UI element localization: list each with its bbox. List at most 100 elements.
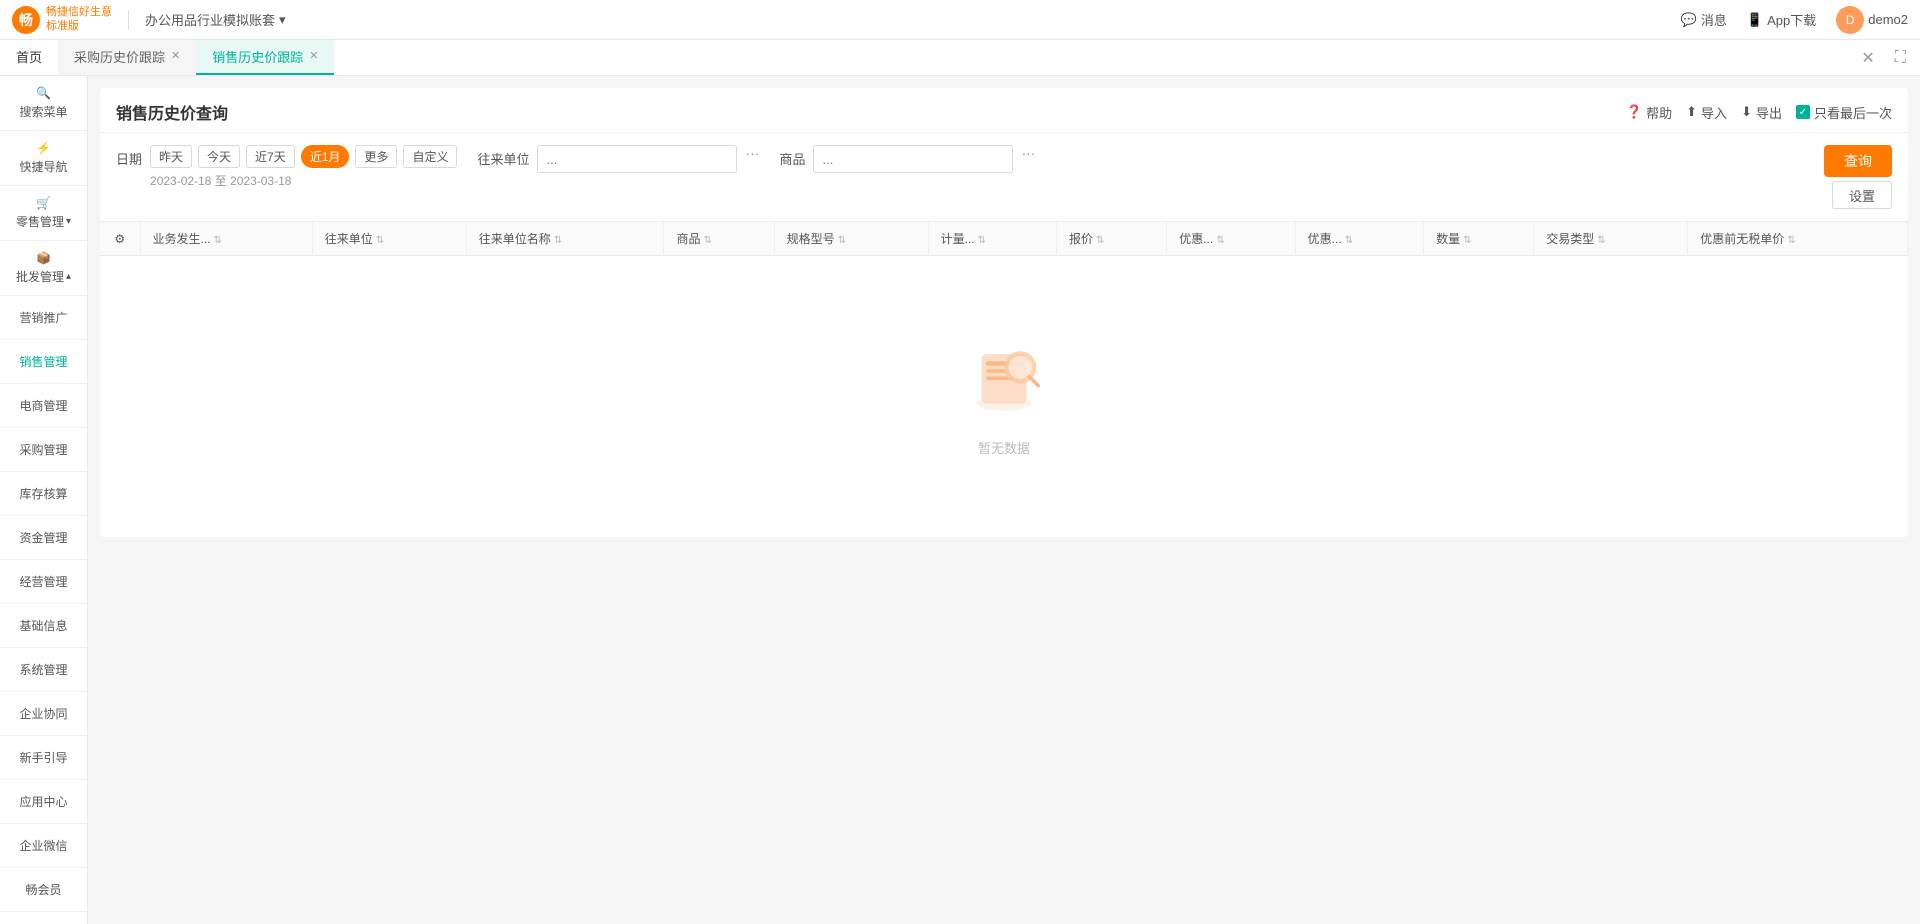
sidebar-item-basic-info[interactable]: 基础信息: [0, 604, 87, 648]
show-last-checkbox-group[interactable]: ✓ 只看最后一次: [1796, 103, 1892, 122]
query-button[interactable]: 查询: [1824, 145, 1892, 177]
sort-icon: ⇅: [1463, 235, 1471, 246]
wholesale-icon: 📦: [36, 251, 51, 265]
sidebar-item-guide[interactable]: 新手引导: [0, 736, 87, 780]
logo-area: 畅 畅捷信好生意 标准版: [12, 6, 112, 34]
chevron-down-icon: ▾: [66, 216, 71, 227]
empty-illustration: [959, 336, 1049, 426]
tab-close-sales[interactable]: ✕: [309, 51, 318, 62]
sidebar: 🔍 搜索菜单 ⚡ 快捷导航 🛒 零售管理 ▾ 📦 批发管理 ▴ 营销推广 销售管…: [0, 76, 88, 924]
col-product[interactable]: 商品⇅: [664, 222, 774, 256]
col-discount1[interactable]: 优惠...⇅: [1167, 222, 1295, 256]
sidebar-item-wechat[interactable]: 企业微信: [0, 824, 87, 868]
sidebar-item-finance[interactable]: 资金管理: [0, 516, 87, 560]
col-spec[interactable]: 规格型号⇅: [774, 222, 928, 256]
mobile-icon: 📱: [1747, 12, 1763, 28]
page-card: 销售历史价查询 ❓ 帮助 ⬆ 导入 ⬇ 导出 ✓: [100, 88, 1908, 537]
help-icon: ❓: [1626, 104, 1642, 120]
tab-home[interactable]: 首页: [0, 40, 58, 75]
sidebar-item-ecommerce[interactable]: 电商管理: [0, 384, 87, 428]
sort-icon: ⇅: [838, 235, 846, 246]
col-settings[interactable]: ⚙: [100, 222, 140, 256]
maximize-btn[interactable]: ⛶: [1889, 47, 1912, 69]
partner-more-icon[interactable]: ···: [745, 145, 759, 161]
sidebar-item-sales-mgmt[interactable]: 销售管理: [0, 340, 87, 384]
sort-icon: ⇅: [703, 235, 711, 246]
partner-filter-group: 往来单位 ···: [477, 145, 759, 173]
tab-sales[interactable]: 销售历史价跟踪 ✕: [196, 40, 334, 75]
sidebar-item-wholesale[interactable]: 📦 批发管理 ▴: [0, 241, 87, 296]
chevron-down-icon: ▾: [279, 12, 286, 28]
product-filter-label: 商品: [779, 145, 805, 168]
sort-icon: ⇅: [554, 235, 562, 246]
filter-right: 查询 设置: [1824, 145, 1892, 209]
col-discount2[interactable]: 优惠...⇅: [1295, 222, 1423, 256]
date-btn-more[interactable]: 更多: [355, 145, 397, 168]
col-quote[interactable]: 报价⇅: [1057, 222, 1167, 256]
nav-icon: ⚡: [36, 141, 51, 155]
close-tab-btn[interactable]: ✕: [1855, 46, 1880, 70]
content-area: 销售历史价查询 ❓ 帮助 ⬆ 导入 ⬇ 导出 ✓: [88, 76, 1920, 924]
settings-button[interactable]: 设置: [1832, 181, 1892, 209]
sidebar-item-purchase-mgmt[interactable]: 采购管理: [0, 428, 87, 472]
tab-actions: ✕ ⛶: [1847, 40, 1920, 75]
date-btn-1month[interactable]: 近1月: [301, 145, 350, 168]
sidebar-item-app-center[interactable]: 应用中心: [0, 780, 87, 824]
table-header-row: ⚙ 业务发生...⇅ 往来单位⇅ 往来单位名称⇅ 商品⇅: [100, 222, 1908, 256]
date-btn-7days[interactable]: 近7天: [246, 145, 295, 168]
sidebar-item-quick-nav[interactable]: ⚡ 快捷导航: [0, 131, 87, 186]
page-header-actions: ❓ 帮助 ⬆ 导入 ⬇ 导出 ✓ 只看最后一次: [1626, 103, 1892, 122]
tab-close-purchase[interactable]: ✕: [171, 51, 180, 62]
sidebar-item-retail[interactable]: 🛒 零售管理 ▾: [0, 186, 87, 241]
search-icon: 🔍: [36, 86, 51, 100]
date-btn-yesterday[interactable]: 昨天: [150, 145, 192, 168]
sidebar-item-system[interactable]: 系统管理: [0, 648, 87, 692]
date-btn-custom[interactable]: 自定义: [403, 145, 457, 168]
sidebar-item-search[interactable]: 🔍 搜索菜单: [0, 76, 87, 131]
sort-icon: ⇅: [1216, 235, 1224, 246]
top-bar: 畅 畅捷信好生意 标准版 办公用品行业模拟账套 ▾ 💬 消息 📱 App下载 D…: [0, 0, 1920, 40]
col-unit[interactable]: 计量...⇅: [928, 222, 1056, 256]
empty-text: 暂无数据: [978, 438, 1030, 457]
product-more-icon[interactable]: ···: [1021, 145, 1035, 161]
partner-filter-label: 往来单位: [477, 145, 529, 168]
sort-icon: ⇅: [978, 235, 986, 246]
import-btn[interactable]: ⬆ 导入: [1686, 103, 1727, 122]
main-layout: 🔍 搜索菜单 ⚡ 快捷导航 🛒 零售管理 ▾ 📦 批发管理 ▴ 营销推广 销售管…: [0, 76, 1920, 924]
sort-icon: ⇅: [1096, 235, 1104, 246]
company-selector[interactable]: 办公用品行业模拟账套 ▾: [145, 10, 286, 29]
date-btn-group: 昨天 今天 近7天 近1月 更多 自定义: [150, 145, 457, 168]
col-biz-date[interactable]: 业务发生...⇅: [140, 222, 312, 256]
col-trade-type[interactable]: 交易类型⇅: [1534, 222, 1688, 256]
date-btn-today[interactable]: 今天: [198, 145, 240, 168]
sidebar-item-operations[interactable]: 经营管理: [0, 560, 87, 604]
import-icon: ⬆: [1686, 104, 1697, 120]
sidebar-item-marketing[interactable]: 营销推广: [0, 296, 87, 340]
divider: [128, 10, 129, 30]
date-options: 昨天 今天 近7天 近1月 更多 自定义 2023-02-18 至 2023-0…: [150, 145, 457, 189]
product-input[interactable]: [813, 145, 1013, 173]
sort-icon: ⇅: [1597, 235, 1605, 246]
export-btn[interactable]: ⬇ 导出: [1741, 103, 1782, 122]
sidebar-item-member[interactable]: 畅会员: [0, 868, 87, 912]
message-btn[interactable]: 💬 消息: [1681, 10, 1727, 29]
help-btn[interactable]: ❓ 帮助: [1626, 103, 1672, 122]
app-download-btn[interactable]: 📱 App下载: [1747, 10, 1816, 29]
export-icon: ⬇: [1741, 104, 1752, 120]
col-partner-code[interactable]: 往来单位⇅: [312, 222, 466, 256]
sidebar-item-inventory[interactable]: 库存核算: [0, 472, 87, 516]
sidebar-item-enterprise[interactable]: 企业协同: [0, 692, 87, 736]
user-menu[interactable]: D demo2: [1836, 6, 1908, 34]
col-pretax-price[interactable]: 优惠前无税单价⇅: [1688, 222, 1908, 256]
partner-input[interactable]: [537, 145, 737, 173]
col-partner-name[interactable]: 往来单位名称⇅: [466, 222, 664, 256]
show-last-checkbox[interactable]: ✓: [1796, 105, 1810, 119]
date-filter-label: 日期: [116, 145, 142, 168]
sort-icon: ⇅: [1787, 235, 1795, 246]
table-area: ⚙ 业务发生...⇅ 往来单位⇅ 往来单位名称⇅ 商品⇅: [100, 222, 1908, 537]
top-bar-left: 畅 畅捷信好生意 标准版 办公用品行业模拟账套 ▾: [12, 6, 286, 34]
col-quantity[interactable]: 数量⇅: [1424, 222, 1534, 256]
sort-icon: ⇅: [1345, 235, 1353, 246]
page-header: 销售历史价查询 ❓ 帮助 ⬆ 导入 ⬇ 导出 ✓: [100, 88, 1908, 133]
tab-purchase[interactable]: 采购历史价跟踪 ✕: [58, 40, 196, 75]
